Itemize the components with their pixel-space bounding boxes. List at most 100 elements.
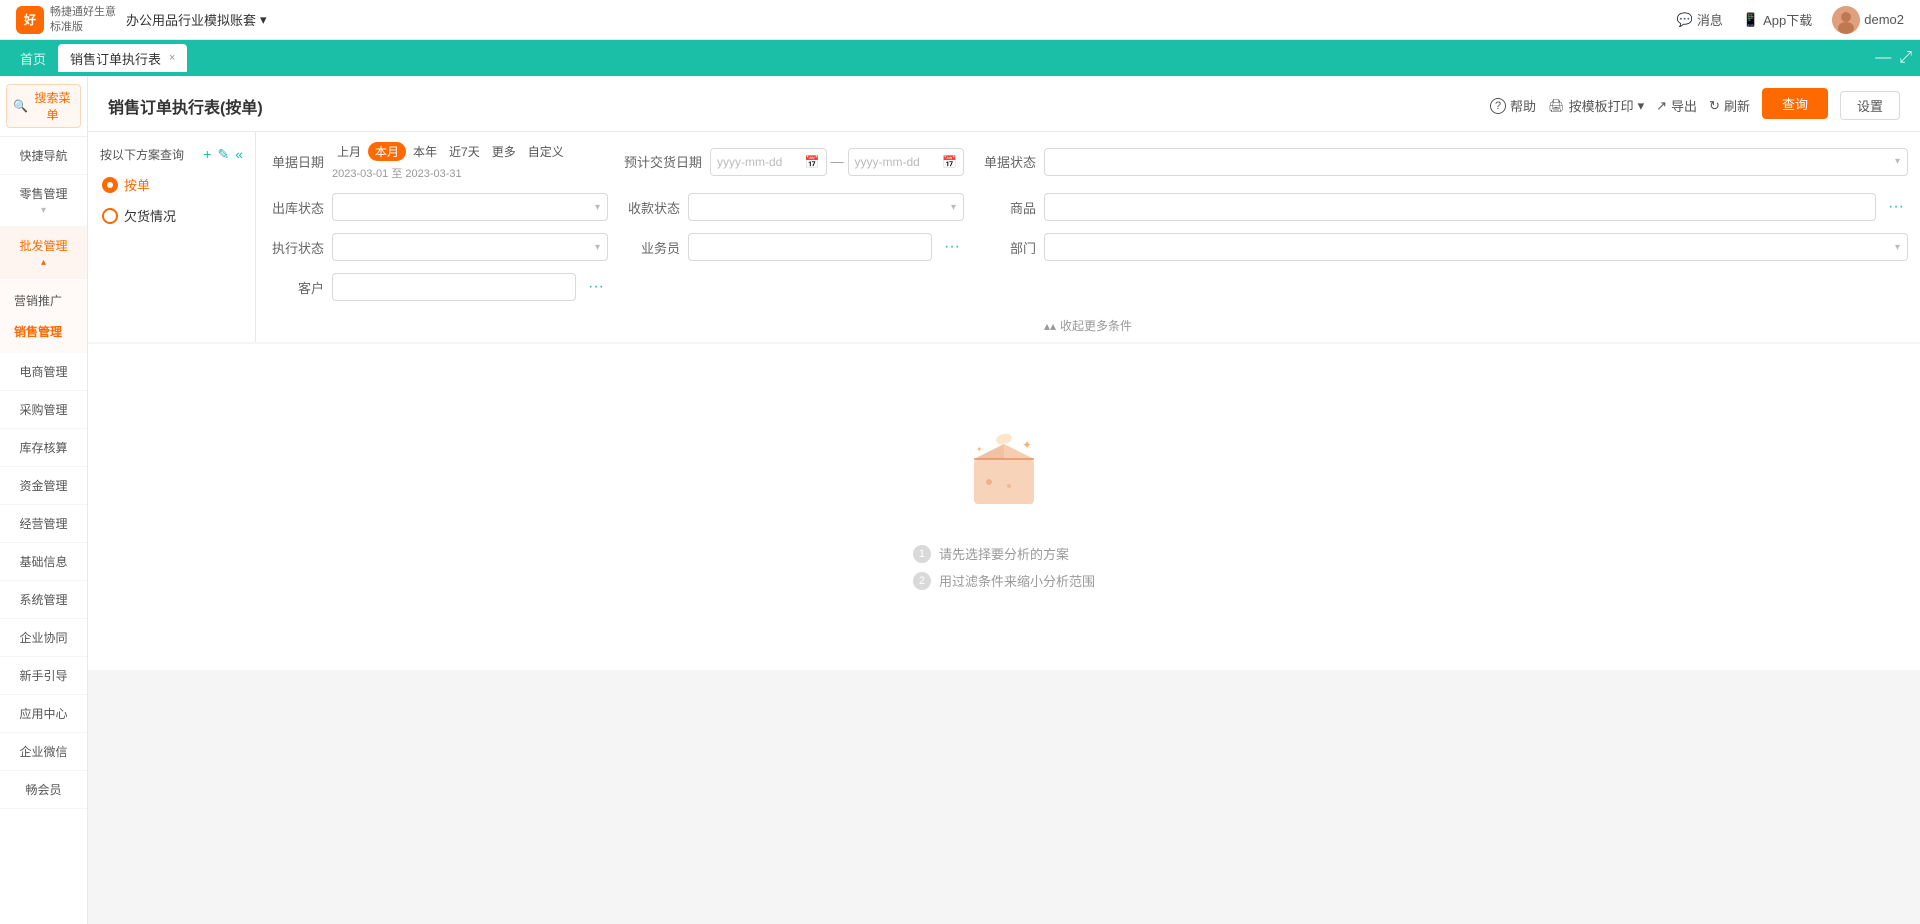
exec-status-select[interactable] [332, 233, 608, 261]
expected-date-start-input[interactable]: yyyy-mm-dd 📅 [710, 148, 827, 176]
tab-minimize-icon[interactable]: — [1875, 49, 1891, 67]
filter-row-4: 客户 ··· [268, 273, 1908, 301]
page-actions: ? 帮助 🖨 按模板打印 ▾ ↗ 导出 ↻ 刷新 查询 设置 [1490, 88, 1900, 123]
ship-status-select-wrapper: ▾ [332, 193, 608, 221]
sidebar-item-newbie[interactable]: 新手引导 [0, 657, 87, 695]
date-tab-last-month[interactable]: 上月 [332, 142, 366, 161]
salesperson-label: 业务员 [624, 238, 680, 257]
header-right: 💬 消息 📱 App下载 demo2 [1677, 6, 1904, 34]
scheme-dot-by-order [102, 177, 118, 193]
sidebar-item-basic[interactable]: 基础信息 [0, 543, 87, 581]
chevron-right-icon: ▾ [41, 205, 46, 216]
chevron-up-icon: ▴ [41, 257, 46, 268]
date-tab-7days[interactable]: 近7天 [444, 142, 485, 161]
tab-home[interactable]: 首页 [8, 44, 58, 72]
refresh-label: 刷新 [1724, 96, 1750, 115]
filter-customer-field: 客户 ··· [268, 273, 608, 301]
user-area[interactable]: demo2 [1832, 6, 1904, 34]
sidebar-item-finance[interactable]: 资金管理 [0, 467, 87, 505]
sidebar-item-appstore[interactable]: 应用中心 [0, 695, 87, 733]
app-download-button[interactable]: 📱 App下载 [1743, 10, 1812, 29]
app-selector[interactable]: 办公用品行业模拟账套 ▾ [126, 10, 267, 29]
edit-scheme-button[interactable]: ✎ [217, 146, 229, 163]
sidebar-item-enterprise[interactable]: 企业协同 [0, 619, 87, 657]
customer-dots-button[interactable]: ··· [584, 278, 608, 296]
sidebar-item-retail[interactable]: 零售管理 ▾ [0, 175, 87, 227]
tab-close-icon[interactable]: × [169, 52, 175, 64]
sidebar-sub-marketing[interactable]: 营销推广 [0, 285, 87, 316]
date-picker-area: 上月 本月 本年 近7天 更多 自定义 2023-03-01 至 2023-03… [332, 142, 569, 181]
expected-date-label: 预计交货日期 [624, 152, 702, 171]
sidebar-item-quick-nav[interactable]: 快捷导航 [0, 137, 87, 175]
sidebar-item-member[interactable]: 畅会员 [0, 771, 87, 809]
filter-date-field: 单据日期 上月 本月 本年 近7天 更多 自定义 2023-03-01 至 20… [268, 142, 608, 181]
expected-date-start-text: yyyy-mm-dd [717, 155, 782, 169]
settings-button[interactable]: 设置 [1840, 91, 1900, 120]
filter-collection-status-field: 收款状态 ▾ [624, 193, 964, 221]
export-button[interactable]: ↗ 导出 [1656, 96, 1697, 115]
product-input[interactable] [1044, 193, 1876, 221]
sidebar-item-wechat[interactable]: 企业微信 [0, 733, 87, 771]
sidebar-item-wholesale[interactable]: 批发管理 ▴ [0, 227, 87, 279]
tab-sales-order[interactable]: 销售订单执行表 × [58, 44, 187, 72]
tab-bar: 首页 销售订单执行表 × — ⤢ [0, 40, 1920, 76]
template-print-button[interactable]: 🖨 按模板打印 ▾ [1548, 96, 1644, 115]
scheme-item-by-order[interactable]: 按单 [88, 169, 255, 200]
query-button[interactable]: 查询 [1762, 88, 1828, 119]
date-tab-this-year[interactable]: 本年 [408, 142, 442, 161]
sidebar-item-system[interactable]: 系统管理 [0, 581, 87, 619]
empty-hint-1-text: 请先选择要分析的方案 [939, 544, 1069, 563]
status-select[interactable] [1044, 148, 1908, 176]
dept-select[interactable] [1044, 233, 1908, 261]
dept-label: 部门 [980, 238, 1036, 257]
empty-state: ✦ ✦ 1 请先选择要分析的方案 2 用过滤条件来缩小分析范围 [88, 344, 1920, 670]
logo-area: 好 畅捷通好生意 标准版 [16, 5, 116, 34]
message-button[interactable]: 💬 消息 [1677, 10, 1723, 29]
basic-label: 基础信息 [19, 553, 67, 570]
help-button[interactable]: ? 帮助 [1490, 96, 1536, 115]
appstore-label: 应用中心 [19, 705, 67, 722]
user-name: demo2 [1864, 12, 1904, 27]
salesperson-input[interactable] [688, 233, 932, 261]
salesperson-dots-button[interactable]: ··· [940, 238, 964, 256]
main-layout: 🔍 搜索菜单 快捷导航 零售管理 ▾ 批发管理 ▴ 营销推广 销售管理 电商管理 [0, 76, 1920, 924]
sidebar-item-purchase[interactable]: 采购管理 [0, 391, 87, 429]
sales-label: 销售管理 [14, 323, 62, 340]
filter-dept-field: 部门 ▾ [980, 233, 1908, 261]
sidebar-sub-sales[interactable]: 销售管理 [0, 316, 87, 347]
sidebar-search-area: 🔍 搜索菜单 [0, 76, 87, 137]
collection-status-select[interactable] [688, 193, 964, 221]
sidebar-item-ecommerce[interactable]: 电商管理 [0, 353, 87, 391]
filter-salesperson-field: 业务员 ··· [624, 233, 964, 261]
filter-ship-status-field: 出库状态 ▾ [268, 193, 608, 221]
scheme-panel: 按以下方案查询 + ✎ « 按单 欠货情况 [88, 132, 256, 342]
product-dots-button[interactable]: ··· [1884, 198, 1908, 216]
filter-fields-area: 单据日期 上月 本月 本年 近7天 更多 自定义 2023-03-01 至 20… [256, 132, 1920, 342]
collapse-button[interactable]: ▴▴ 收起更多条件 [1044, 317, 1132, 334]
date-range-text: 2023-03-01 至 2023-03-31 [332, 165, 569, 181]
search-menu-button[interactable]: 🔍 搜索菜单 [6, 84, 81, 128]
empty-icon: ✦ ✦ [954, 424, 1054, 524]
scheme-by-order-label: 按单 [124, 175, 150, 194]
sidebar-item-operation[interactable]: 经营管理 [0, 505, 87, 543]
filter-product-field: 商品 ··· [980, 193, 1908, 221]
refresh-button[interactable]: ↻ 刷新 [1709, 96, 1750, 115]
tab-maximize-icon[interactable]: ⤢ [1899, 49, 1912, 67]
filter-status-field: 单据状态 ▾ [980, 148, 1908, 176]
operation-label: 经营管理 [19, 515, 67, 532]
help-icon: ? [1490, 98, 1506, 114]
sidebar-item-inventory[interactable]: 库存核算 [0, 429, 87, 467]
purchase-label: 采购管理 [19, 401, 67, 418]
date-tab-this-month[interactable]: 本月 [368, 142, 406, 161]
product-label: 商品 [980, 198, 1036, 217]
customer-input[interactable] [332, 273, 576, 301]
expected-date-end-input[interactable]: yyyy-mm-dd 📅 [848, 148, 965, 176]
scheme-item-by-debt[interactable]: 欠货情况 [88, 200, 255, 231]
ship-status-select[interactable] [332, 193, 608, 221]
date-tab-more[interactable]: 更多 [487, 142, 521, 161]
retail-label: 零售管理 [19, 185, 67, 202]
add-scheme-button[interactable]: + [203, 146, 211, 163]
filter-collapse-area: ▴▴ 收起更多条件 [268, 313, 1908, 342]
collapse-scheme-button[interactable]: « [235, 146, 243, 163]
date-tab-custom[interactable]: 自定义 [523, 142, 569, 161]
